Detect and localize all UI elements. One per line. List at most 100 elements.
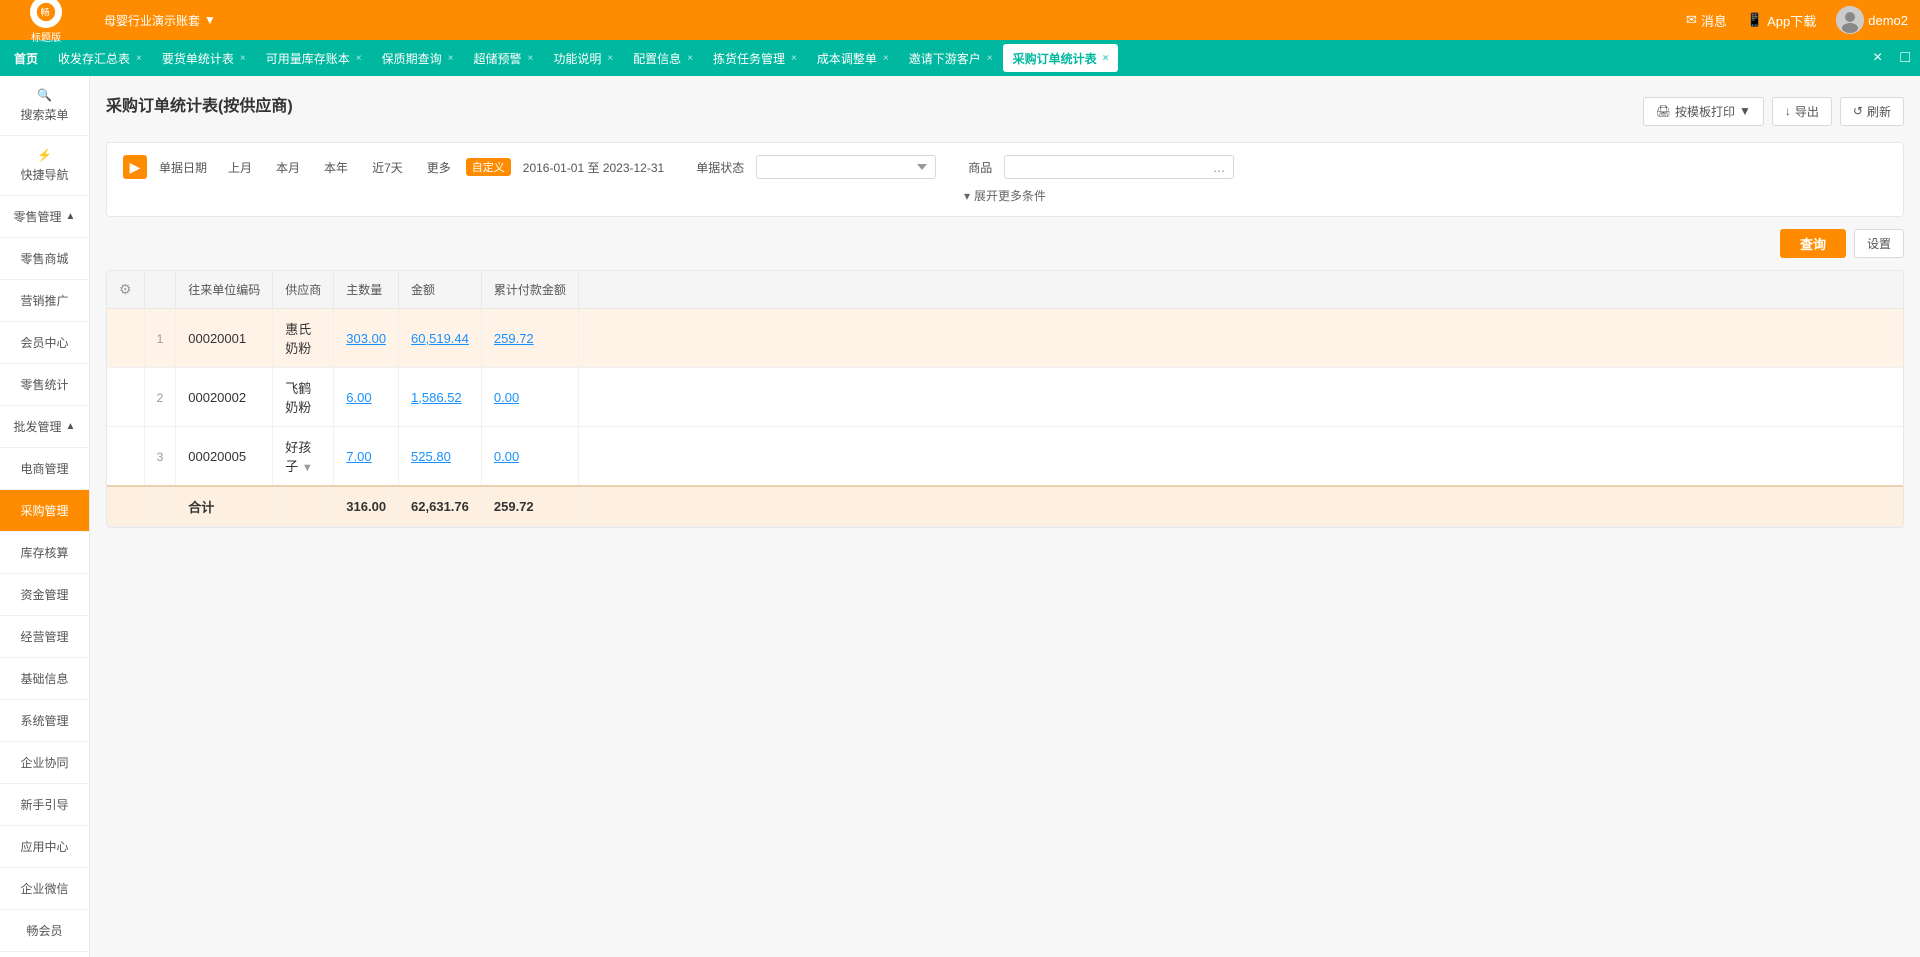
tab-invite-downstream[interactable]: 邀请下游客户 × (899, 44, 1003, 72)
row-amount: 60,519.44 (399, 309, 482, 368)
sidebar-item-inventory[interactable]: 库存核算 (0, 532, 89, 574)
date-btn-last-month[interactable]: 上月 (219, 156, 261, 179)
app-download-label: App下载 (1767, 11, 1816, 30)
row-supplier: 惠氏奶粉 (273, 309, 334, 368)
app-download-btn[interactable]: 📱 App下载 (1747, 11, 1816, 30)
settings-button[interactable]: 设置 (1854, 229, 1904, 258)
table-footer-row: 合计 316.00 62,631.76 259.72 (107, 486, 1903, 527)
sidebar-label-enterprise-collab: 企业协同 (20, 754, 68, 771)
close-tab-overstock-warning[interactable]: × (527, 53, 533, 64)
tab-picking-task[interactable]: 拣货任务管理 × (703, 44, 807, 72)
quicknav-icon: ⚡ (37, 148, 52, 162)
sidebar-item-enterprise-wx[interactable]: 企业微信 (0, 868, 89, 910)
date-btn-this-year[interactable]: 本年 (315, 156, 357, 179)
retail-arrow: ▲ (66, 211, 76, 222)
data-table: ⚙ 往来单位编码 供应商 主数量 金额 累计付款金额 1 00020001 (106, 270, 1904, 528)
expand-more-btn[interactable]: ▾ 展开更多条件 (123, 187, 1887, 204)
sidebar-item-search[interactable]: 🔍 搜索菜单 (0, 76, 89, 136)
goods-more-icon[interactable]: ... (1213, 159, 1225, 175)
tab-cost-adjust[interactable]: 成本调整单 × (807, 44, 899, 72)
close-tab-receive-summary[interactable]: × (136, 53, 142, 64)
close-tab-cost-adjust[interactable]: × (883, 53, 889, 64)
sidebar-item-quicknav[interactable]: ⚡ 快捷导航 (0, 136, 89, 196)
phone-icon: 📱 (1747, 12, 1763, 28)
tab-purchase-summary[interactable]: 采购订单统计表 × (1003, 44, 1119, 72)
sidebar-item-ops[interactable]: 经营管理 (0, 616, 89, 658)
tab-shelf-life[interactable]: 保质期查询 × (372, 44, 464, 72)
row-paid-amount: 259.72 (481, 309, 578, 368)
footer-amount: 62,631.76 (399, 486, 482, 527)
th-settings: ⚙ (107, 271, 144, 309)
retail-label: 零售管理 (14, 208, 62, 225)
batch-mgmt-label: 批发管理 (14, 418, 62, 435)
tab-receive-summary[interactable]: 收发存汇总表 × (48, 44, 152, 72)
th-seq (144, 271, 176, 309)
content-area: 采购订单统计表(按供应商) 🖨 按模板打印 ▼ ↓ 导出 ↺ 刷新 (90, 76, 1920, 957)
sidebar-item-system[interactable]: 系统管理 (0, 700, 89, 742)
close-tab-function-desc[interactable]: × (607, 53, 613, 64)
row-unit-code: 00020005 (176, 427, 273, 487)
main-layout: 🔍 搜索菜单 ⚡ 快捷导航 零售管理 ▲ 零售商城 营销推广 会员中心 零售统计… (0, 76, 1920, 957)
nav-right-actions: × □ (1867, 47, 1916, 69)
close-tab-inventory-ledger[interactable]: × (356, 53, 362, 64)
sidebar-item-purchase-mgmt[interactable]: 采购管理 (0, 490, 89, 532)
row-unit-code: 00020002 (176, 368, 273, 427)
close-tab-purchase-summary[interactable]: × (1103, 53, 1109, 64)
message-btn[interactable]: ✉ 消息 (1686, 11, 1727, 30)
custom-date-badge[interactable]: 自定义 (466, 158, 511, 176)
sidebar-item-basic-info[interactable]: 基础信息 (0, 658, 89, 700)
sidebar-item-app-center[interactable]: 应用中心 (0, 826, 89, 868)
date-btn-this-month[interactable]: 本月 (267, 156, 309, 179)
sidebar-item-finance[interactable]: 资金管理 (0, 574, 89, 616)
row-settings-cell (107, 427, 144, 487)
maximize-btn[interactable]: □ (1894, 47, 1916, 69)
sidebar-item-retail-mall[interactable]: 零售商城 (0, 238, 89, 280)
date-btn-7days[interactable]: 近7天 (363, 156, 412, 179)
sidebar-item-ecommerce[interactable]: 电商管理 (0, 448, 89, 490)
close-tab-shelf-life[interactable]: × (448, 53, 454, 64)
footer-extra (578, 486, 1903, 527)
template-print-button[interactable]: 🖨 按模板打印 ▼ (1643, 97, 1764, 126)
retail-section: 零售管理 ▲ (14, 208, 76, 225)
table-settings-icon[interactable]: ⚙ (119, 281, 132, 297)
tab-inventory-ledger[interactable]: 可用量库存账本 × (256, 44, 372, 72)
sidebar-item-member[interactable]: 会员中心 (0, 322, 89, 364)
export-button[interactable]: ↓ 导出 (1772, 97, 1832, 126)
table-row: 3 00020005 好孩子 ▼ 7.00 525.80 0.00 (107, 427, 1903, 487)
close-tab-order-summary[interactable]: × (240, 53, 246, 64)
goods-input[interactable] (1013, 160, 1213, 174)
refresh-button[interactable]: ↺ 刷新 (1840, 97, 1904, 126)
close-all-tabs-btn[interactable]: × (1867, 47, 1888, 69)
close-tab-invite-downstream[interactable]: × (987, 53, 993, 64)
tab-function-desc[interactable]: 功能说明 × (543, 44, 623, 72)
tab-overstock-warning[interactable]: 超储预警 × (463, 44, 543, 72)
footer-supplier-cell (273, 486, 334, 527)
filter-toggle-button[interactable]: ▶ (123, 155, 147, 179)
query-button[interactable]: 查询 (1780, 229, 1846, 258)
th-unit-code: 往来单位编码 (176, 271, 273, 309)
sidebar-item-enterprise-collab[interactable]: 企业协同 (0, 742, 89, 784)
sidebar-label-app-center: 应用中心 (20, 838, 68, 855)
tab-config-info[interactable]: 配置信息 × (623, 44, 703, 72)
sidebar-item-retail[interactable]: 零售管理 ▲ (0, 196, 89, 238)
th-amount: 金额 (399, 271, 482, 309)
sidebar-item-retail-stats[interactable]: 零售统计 (0, 364, 89, 406)
status-select[interactable] (756, 155, 936, 179)
footer-qty: 316.00 (334, 486, 399, 527)
tab-order-summary[interactable]: 要货单统计表 × (152, 44, 256, 72)
sidebar-item-member2[interactable]: 畅会员 (0, 910, 89, 952)
user-avatar-area[interactable]: demo2 (1836, 6, 1908, 34)
date-btn-more[interactable]: 更多 (418, 156, 460, 179)
dropdown-arrow-print: ▼ (1739, 104, 1751, 118)
avatar (1836, 6, 1864, 34)
close-tab-config-info[interactable]: × (687, 53, 693, 64)
close-tab-picking-task[interactable]: × (791, 53, 797, 64)
sidebar-label-new-guide: 新手引导 (20, 796, 68, 813)
row-qty: 303.00 (334, 309, 399, 368)
workspace-selector[interactable]: 母婴行业演示账套 ▼ (104, 12, 216, 29)
sidebar-item-new-guide[interactable]: 新手引导 (0, 784, 89, 826)
tab-home[interactable]: 首页 (4, 44, 48, 72)
sidebar-item-marketing[interactable]: 营销推广 (0, 280, 89, 322)
row-seq: 1 (144, 309, 176, 368)
sidebar-item-batch-mgmt[interactable]: 批发管理 ▲ (0, 406, 89, 448)
